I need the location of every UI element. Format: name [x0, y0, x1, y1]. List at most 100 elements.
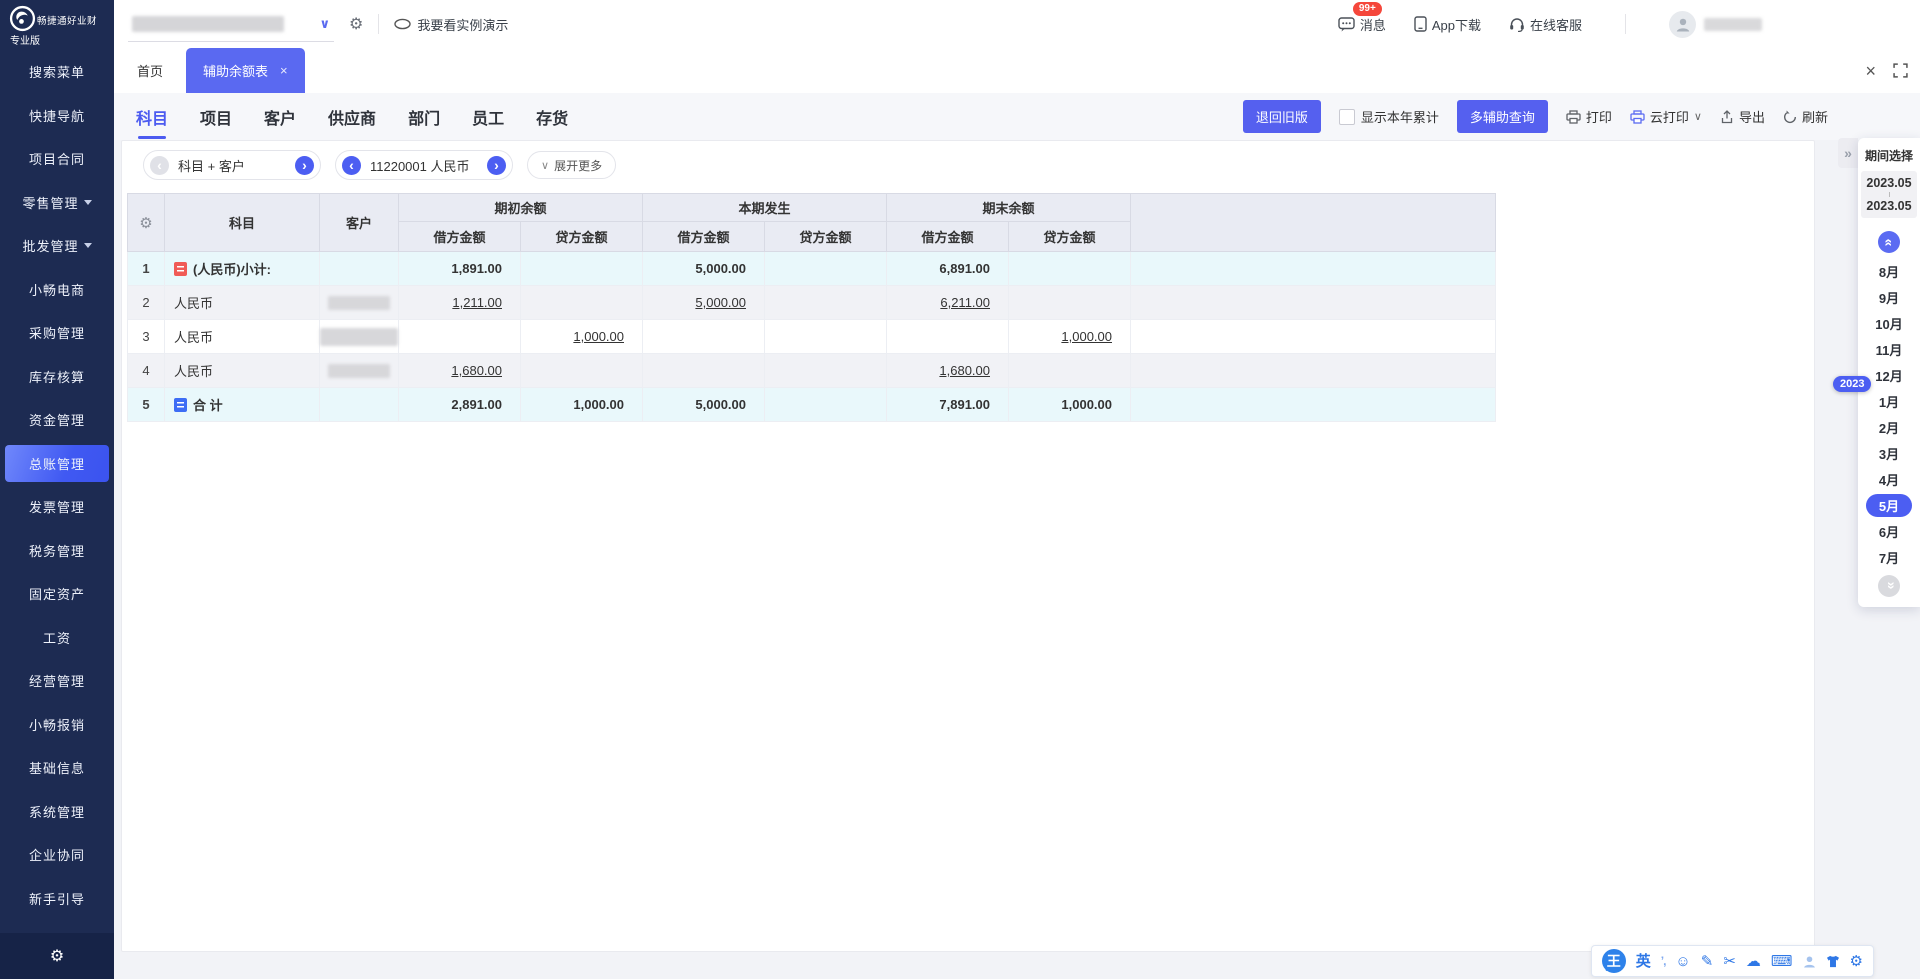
sidebar-item-4[interactable]: 零售管理 — [0, 181, 114, 225]
cloud-sync-icon[interactable]: ☁ — [1746, 954, 1761, 969]
tab-home[interactable]: 首页 — [114, 61, 186, 80]
month-item[interactable]: 4月 — [1866, 466, 1912, 492]
settings-gear-icon[interactable]: ⚙ — [349, 14, 363, 34]
demo-link[interactable]: 我要看实例演示 — [394, 15, 508, 34]
sidebar-item-10[interactable]: 总账管理 — [5, 444, 109, 482]
month-item[interactable]: 1月 — [1866, 388, 1912, 414]
ime-logo-icon[interactable]: 王 — [1601, 949, 1626, 973]
sidebar-item-8[interactable]: 库存核算 — [0, 355, 114, 399]
prev-chevron-icon[interactable]: ‹ — [150, 155, 169, 175]
subtab-7[interactable]: 存货 — [535, 103, 569, 131]
customer-cell — [319, 285, 399, 320]
month-item[interactable]: 6月 — [1866, 518, 1912, 544]
next-chevron-icon[interactable]: › — [295, 155, 314, 175]
amount-link[interactable]: 1,000.00 — [573, 329, 624, 344]
print-button[interactable]: 打印 — [1566, 107, 1612, 126]
amount-link[interactable]: 1,000.00 — [1061, 329, 1112, 344]
tab-aux-balance[interactable]: 辅助余额表 × — [186, 48, 305, 93]
sidebar-item-9[interactable]: 资金管理 — [0, 398, 114, 442]
subtab-1[interactable]: 科目 — [135, 103, 169, 131]
org-selector[interactable]: ∨ — [128, 7, 334, 42]
messages-button[interactable]: 消息 99+ — [1338, 1, 1386, 34]
account-person-icon[interactable] — [1803, 955, 1816, 968]
sidebar-settings-gear-icon[interactable]: ⚙ — [0, 933, 114, 979]
person-icon — [1676, 18, 1689, 31]
month-item[interactable]: 7月 — [1866, 544, 1912, 570]
amount-cell: 1,000.00 — [1008, 387, 1131, 422]
amount-link[interactable]: 1,680.00 — [451, 363, 502, 378]
table-settings-gear-icon[interactable]: ⚙ — [139, 215, 152, 232]
online-service-label: 在线客服 — [1529, 17, 1582, 33]
sidebar-item-20[interactable]: 新手引导 — [0, 877, 114, 921]
sidebar-item-14[interactable]: 工资 — [0, 616, 114, 660]
sidebar-item-13[interactable]: 固定资产 — [0, 572, 114, 616]
account-filter-pill[interactable]: ‹ 11220001 人民币 › — [335, 150, 513, 180]
month-item[interactable]: 11月 — [1866, 336, 1912, 362]
screenshot-scissors-icon[interactable]: ✂ — [1723, 954, 1736, 969]
sidebar-item-16[interactable]: 小畅报销 — [0, 703, 114, 747]
sidebar-item-15[interactable]: 经营管理 — [0, 659, 114, 703]
sidebar-item-1[interactable]: 搜索菜单 — [0, 50, 114, 94]
subtab-4[interactable]: 供应商 — [327, 103, 377, 131]
sidebar-item-7[interactable]: 采购管理 — [0, 311, 114, 355]
scroll-months-up-button[interactable]: « — [1878, 231, 1900, 253]
sidebar-item-19[interactable]: 企业协同 — [0, 833, 114, 877]
amount-link[interactable]: 1,211.00 — [452, 295, 502, 310]
month-item[interactable]: 3月 — [1866, 440, 1912, 466]
month-item[interactable]: 8月 — [1866, 258, 1912, 284]
amount-link[interactable]: 1,680.00 — [939, 363, 990, 378]
subtab-5[interactable]: 部门 — [407, 103, 441, 131]
multi-aux-query-button[interactable]: 多辅助查询 — [1456, 100, 1548, 133]
sidebar-item-3[interactable]: 项目合同 — [0, 137, 114, 181]
sidebar-item-6[interactable]: 小畅电商 — [0, 268, 114, 312]
virtual-keyboard-icon[interactable]: ⌨ — [1771, 954, 1793, 969]
subtab-6[interactable]: 员工 — [471, 103, 505, 131]
app-download-button[interactable]: App下载 — [1414, 15, 1481, 34]
ime-language-toggle[interactable]: 英 — [1636, 954, 1651, 969]
amount-cell: 7,891.00 — [886, 387, 1009, 422]
skin-shirt-icon[interactable] — [1826, 955, 1840, 968]
sidebar-item-11[interactable]: 发票管理 — [0, 485, 114, 529]
tab-bar: 首页 辅助余额表 × × — [114, 48, 1920, 93]
sidebar-item-12[interactable]: 税务管理 — [0, 529, 114, 573]
month-item[interactable]: 2月 — [1866, 414, 1912, 440]
amount-link[interactable]: 6,211.00 — [940, 295, 990, 310]
online-service-button[interactable]: 在线客服 — [1509, 15, 1582, 34]
expand-more-button[interactable]: ∨ 展开更多 — [527, 151, 617, 179]
export-icon — [1721, 109, 1733, 123]
tab-close-icon[interactable]: × — [280, 63, 288, 78]
refresh-button[interactable]: 刷新 — [1783, 107, 1828, 126]
handwriting-pen-icon[interactable]: ✎ — [1701, 954, 1714, 969]
ime-settings-gear-icon[interactable]: ⚙ — [1850, 954, 1863, 969]
month-item[interactable]: 9月 — [1866, 284, 1912, 310]
user-menu[interactable] — [1669, 10, 1762, 38]
export-button[interactable]: 导出 — [1720, 107, 1765, 126]
subtab-3[interactable]: 客户 — [263, 103, 297, 131]
amount-link[interactable]: 5,000.00 — [695, 295, 746, 310]
close-page-icon[interactable]: × — [1865, 62, 1876, 80]
next-chevron-icon[interactable]: › — [487, 155, 506, 175]
ime-punctuation-toggle[interactable]: ’, — [1661, 955, 1667, 967]
panel-collapse-button[interactable]: » — [1838, 138, 1858, 168]
period-range-selector[interactable]: 2023.05 2023.05 — [1861, 171, 1917, 218]
month-item[interactable]: 10月 — [1866, 310, 1912, 336]
dimension-filter-pill[interactable]: ‹ 科目 + 客户 › — [143, 150, 321, 180]
sidebar-item-17[interactable]: 基础信息 — [0, 746, 114, 790]
checkbox-box[interactable] — [1338, 108, 1355, 125]
subtab-2[interactable]: 项目 — [199, 103, 233, 131]
show-ytd-checkbox[interactable]: 显示本年累计 — [1338, 107, 1439, 126]
revert-old-version-button[interactable]: 退回旧版 — [1242, 100, 1321, 133]
sidebar-item-2[interactable]: 快捷导航 — [0, 94, 114, 138]
month-item[interactable]: 12月 — [1866, 362, 1912, 388]
sidebar-item-5[interactable]: 批发管理 — [0, 224, 114, 268]
messages-count-badge: 99+ — [1352, 1, 1382, 16]
scroll-months-down-button[interactable]: « — [1878, 575, 1900, 597]
cloud-print-button[interactable]: 云打印 ∨ — [1630, 107, 1702, 126]
month-item-selected[interactable]: 5月 — [1866, 493, 1912, 517]
sidebar-item-label: 快捷导航 — [28, 108, 85, 124]
emoji-icon[interactable]: ☺ — [1675, 954, 1690, 969]
tab-aux-balance-label: 辅助余额表 — [203, 64, 269, 79]
fullscreen-icon[interactable] — [1893, 63, 1908, 78]
prev-chevron-icon[interactable]: ‹ — [342, 155, 361, 175]
sidebar-item-18[interactable]: 系统管理 — [0, 790, 114, 834]
